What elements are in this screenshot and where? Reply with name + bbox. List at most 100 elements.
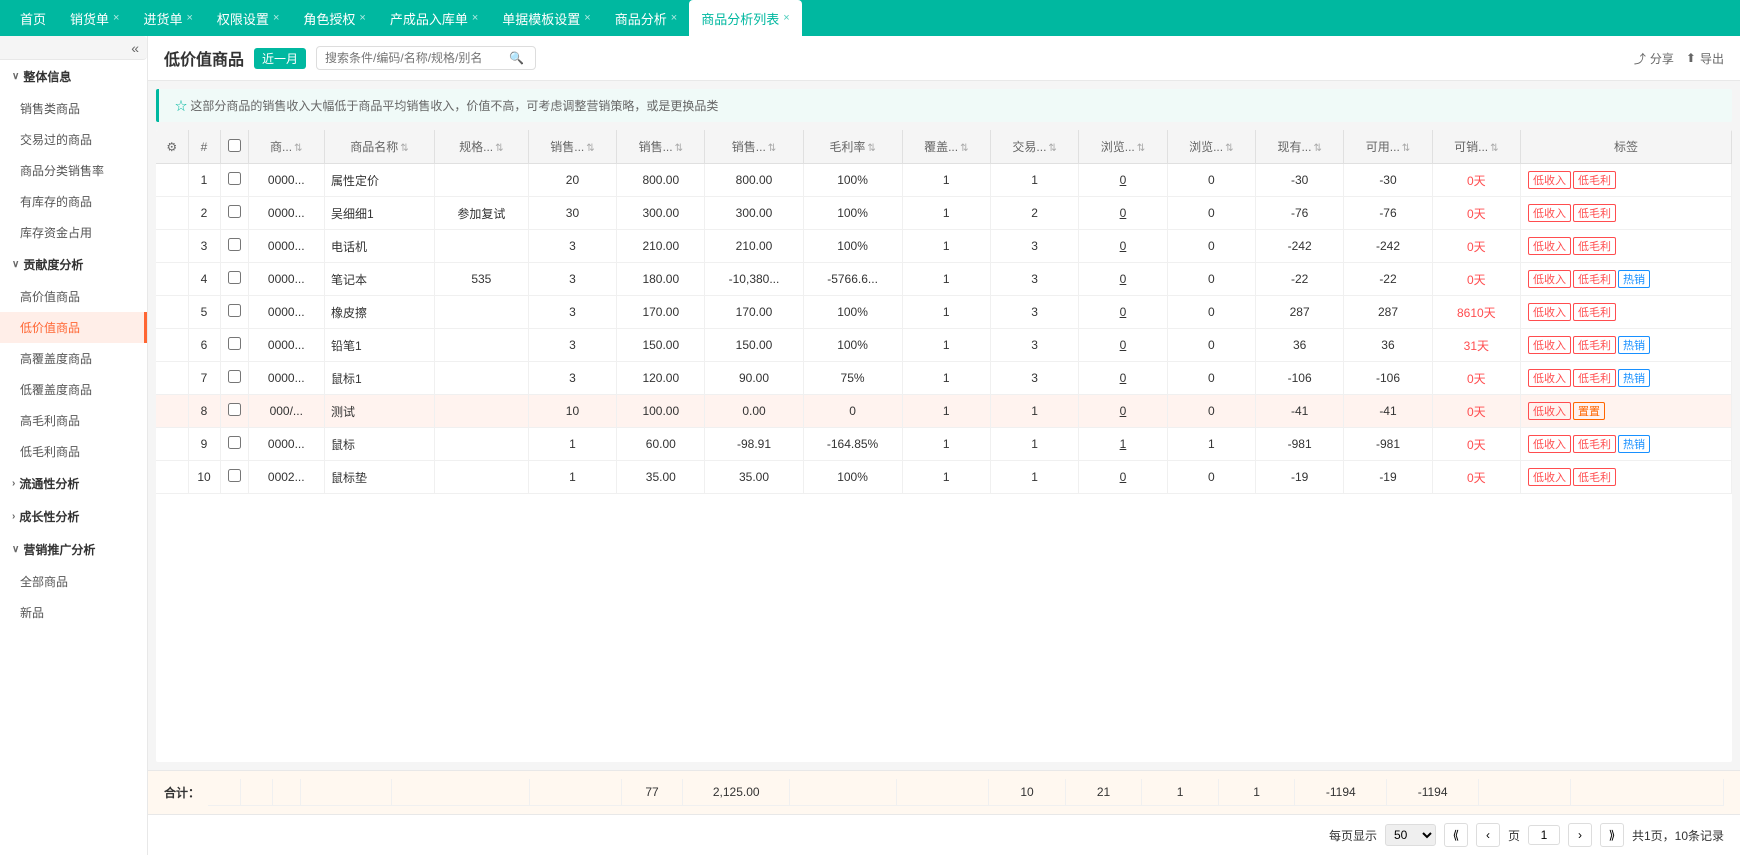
column-name[interactable]: 商品名称⇅ <box>324 130 434 164</box>
filter-recent-month-btn[interactable]: 近一月 <box>254 48 306 69</box>
column-trade[interactable]: 交易...⇅ <box>990 130 1078 164</box>
sidebar-item-inventory-funds[interactable]: 库存资金占用 <box>0 217 147 248</box>
column-browse1[interactable]: 浏览...⇅ <box>1079 130 1167 164</box>
sidebar-item-new-goods[interactable]: 新品 <box>0 597 147 628</box>
close-icon[interactable]: × <box>472 12 478 24</box>
row-select-checkbox[interactable] <box>228 403 241 416</box>
sidebar-item-category-rate[interactable]: 商品分类销售率 <box>0 155 147 186</box>
row-checkbox[interactable] <box>220 362 248 395</box>
sidebar-group-growth[interactable]: › 成长性分析 <box>0 500 147 533</box>
row-gear[interactable] <box>156 197 188 230</box>
close-icon[interactable]: × <box>273 12 279 24</box>
nav-template[interactable]: 单据模板设置 × <box>490 0 602 36</box>
sidebar-group-marketing[interactable]: ∨ 营销推广分析 <box>0 533 147 566</box>
column-checkbox[interactable] <box>220 130 248 164</box>
row-select-checkbox[interactable] <box>228 370 241 383</box>
close-icon[interactable]: × <box>359 12 365 24</box>
sidebar-item-traded-goods[interactable]: 交易过的商品 <box>0 124 147 155</box>
row-browse1[interactable]: 0 <box>1079 230 1167 263</box>
row-select-checkbox[interactable] <box>228 436 241 449</box>
column-sales-amt[interactable]: 销售...⇅ <box>705 130 803 164</box>
sidebar-group-overall[interactable]: ∨ 整体信息 <box>0 60 147 93</box>
row-gear[interactable] <box>156 428 188 461</box>
row-browse1[interactable]: 0 <box>1079 164 1167 197</box>
row-select-checkbox[interactable] <box>228 469 241 482</box>
row-gear[interactable] <box>156 263 188 296</box>
row-gear[interactable] <box>156 164 188 197</box>
nav-analysis[interactable]: 商品分析 × <box>603 0 689 36</box>
row-checkbox[interactable] <box>220 197 248 230</box>
column-sales-price[interactable]: 销售...⇅ <box>617 130 705 164</box>
sidebar-item-sales-goods[interactable]: 销售类商品 <box>0 93 147 124</box>
search-icon[interactable]: 🔍 <box>509 51 524 65</box>
sidebar-item-low-margin[interactable]: 低毛利商品 <box>0 436 147 467</box>
row-checkbox[interactable] <box>220 263 248 296</box>
row-gear[interactable] <box>156 395 188 428</box>
sidebar-item-high-value[interactable]: 高价值商品 <box>0 281 147 312</box>
column-sales-qty[interactable]: 销售...⇅ <box>528 130 616 164</box>
row-checkbox[interactable] <box>220 296 248 329</box>
row-select-checkbox[interactable] <box>228 238 241 251</box>
row-checkbox[interactable] <box>220 461 248 494</box>
row-gear[interactable] <box>156 230 188 263</box>
sidebar-group-contribution[interactable]: ∨ 贡献度分析 <box>0 248 147 281</box>
column-code[interactable]: 商...⇅ <box>248 130 324 164</box>
column-stock[interactable]: 现有...⇅ <box>1255 130 1343 164</box>
row-select-checkbox[interactable] <box>228 304 241 317</box>
column-gross-rate[interactable]: 毛利率⇅ <box>803 130 902 164</box>
row-gear[interactable] <box>156 461 188 494</box>
row-checkbox[interactable] <box>220 428 248 461</box>
share-btn[interactable]: ⤴ 分享 <box>1634 50 1674 67</box>
row-browse1[interactable]: 0 <box>1079 395 1167 428</box>
sidebar-collapse-btn[interactable]: « <box>0 36 147 60</box>
export-btn[interactable]: ⬆ 导出 <box>1686 50 1724 67</box>
search-input[interactable] <box>325 51 505 65</box>
column-available[interactable]: 可用...⇅ <box>1344 130 1432 164</box>
nav-roles[interactable]: 角色授权 × <box>291 0 377 36</box>
sidebar-group-circulation[interactable]: › 流通性分析 <box>0 467 147 500</box>
row-select-checkbox[interactable] <box>228 337 241 350</box>
sidebar-item-high-margin[interactable]: 高毛利商品 <box>0 405 147 436</box>
row-gear[interactable] <box>156 329 188 362</box>
row-browse1[interactable]: 0 <box>1079 362 1167 395</box>
nav-finished-goods[interactable]: 产成品入库单 × <box>378 0 490 36</box>
sidebar-item-low-value[interactable]: 低价值商品 <box>0 312 147 343</box>
row-checkbox[interactable] <box>220 230 248 263</box>
row-browse1[interactable]: 0 <box>1079 263 1167 296</box>
sidebar-item-stocked-goods[interactable]: 有库存的商品 <box>0 186 147 217</box>
row-gear[interactable] <box>156 296 188 329</box>
sidebar-item-high-coverage[interactable]: 高覆盖度商品 <box>0 343 147 374</box>
close-icon[interactable]: × <box>671 12 677 24</box>
close-icon[interactable]: × <box>113 12 119 24</box>
row-browse1[interactable]: 1 <box>1079 428 1167 461</box>
row-checkbox[interactable] <box>220 329 248 362</box>
row-gear[interactable] <box>156 362 188 395</box>
page-number-input[interactable] <box>1528 825 1560 845</box>
per-page-select[interactable]: 50 100 200 <box>1385 824 1436 846</box>
column-sellable[interactable]: 可销...⇅ <box>1432 130 1520 164</box>
nav-sales[interactable]: 销货单 × <box>58 0 131 36</box>
sidebar-item-low-coverage[interactable]: 低覆盖度商品 <box>0 374 147 405</box>
column-cover[interactable]: 覆盖...⇅ <box>902 130 990 164</box>
nav-home[interactable]: 首页 <box>8 0 58 36</box>
close-icon[interactable]: × <box>783 12 789 24</box>
close-icon[interactable]: × <box>186 12 192 24</box>
row-browse1[interactable]: 0 <box>1079 461 1167 494</box>
row-checkbox[interactable] <box>220 164 248 197</box>
row-browse1[interactable]: 0 <box>1079 197 1167 230</box>
last-page-btn[interactable]: ⟫ <box>1600 823 1624 847</box>
column-browse2[interactable]: 浏览...⇅ <box>1167 130 1255 164</box>
row-browse1[interactable]: 0 <box>1079 296 1167 329</box>
close-icon[interactable]: × <box>584 12 590 24</box>
column-settings[interactable]: ⚙ <box>156 130 188 164</box>
column-spec[interactable]: 规格...⇅ <box>434 130 528 164</box>
nav-permissions[interactable]: 权限设置 × <box>205 0 291 36</box>
select-all-checkbox[interactable] <box>228 139 241 152</box>
row-select-checkbox[interactable] <box>228 271 241 284</box>
first-page-btn[interactable]: ⟪ <box>1444 823 1468 847</box>
row-select-checkbox[interactable] <box>228 172 241 185</box>
nav-analysis-list[interactable]: 商品分析列表 × <box>689 0 801 36</box>
prev-page-btn[interactable]: ‹ <box>1476 823 1500 847</box>
sidebar-item-all-goods[interactable]: 全部商品 <box>0 566 147 597</box>
nav-purchase[interactable]: 进货单 × <box>131 0 204 36</box>
